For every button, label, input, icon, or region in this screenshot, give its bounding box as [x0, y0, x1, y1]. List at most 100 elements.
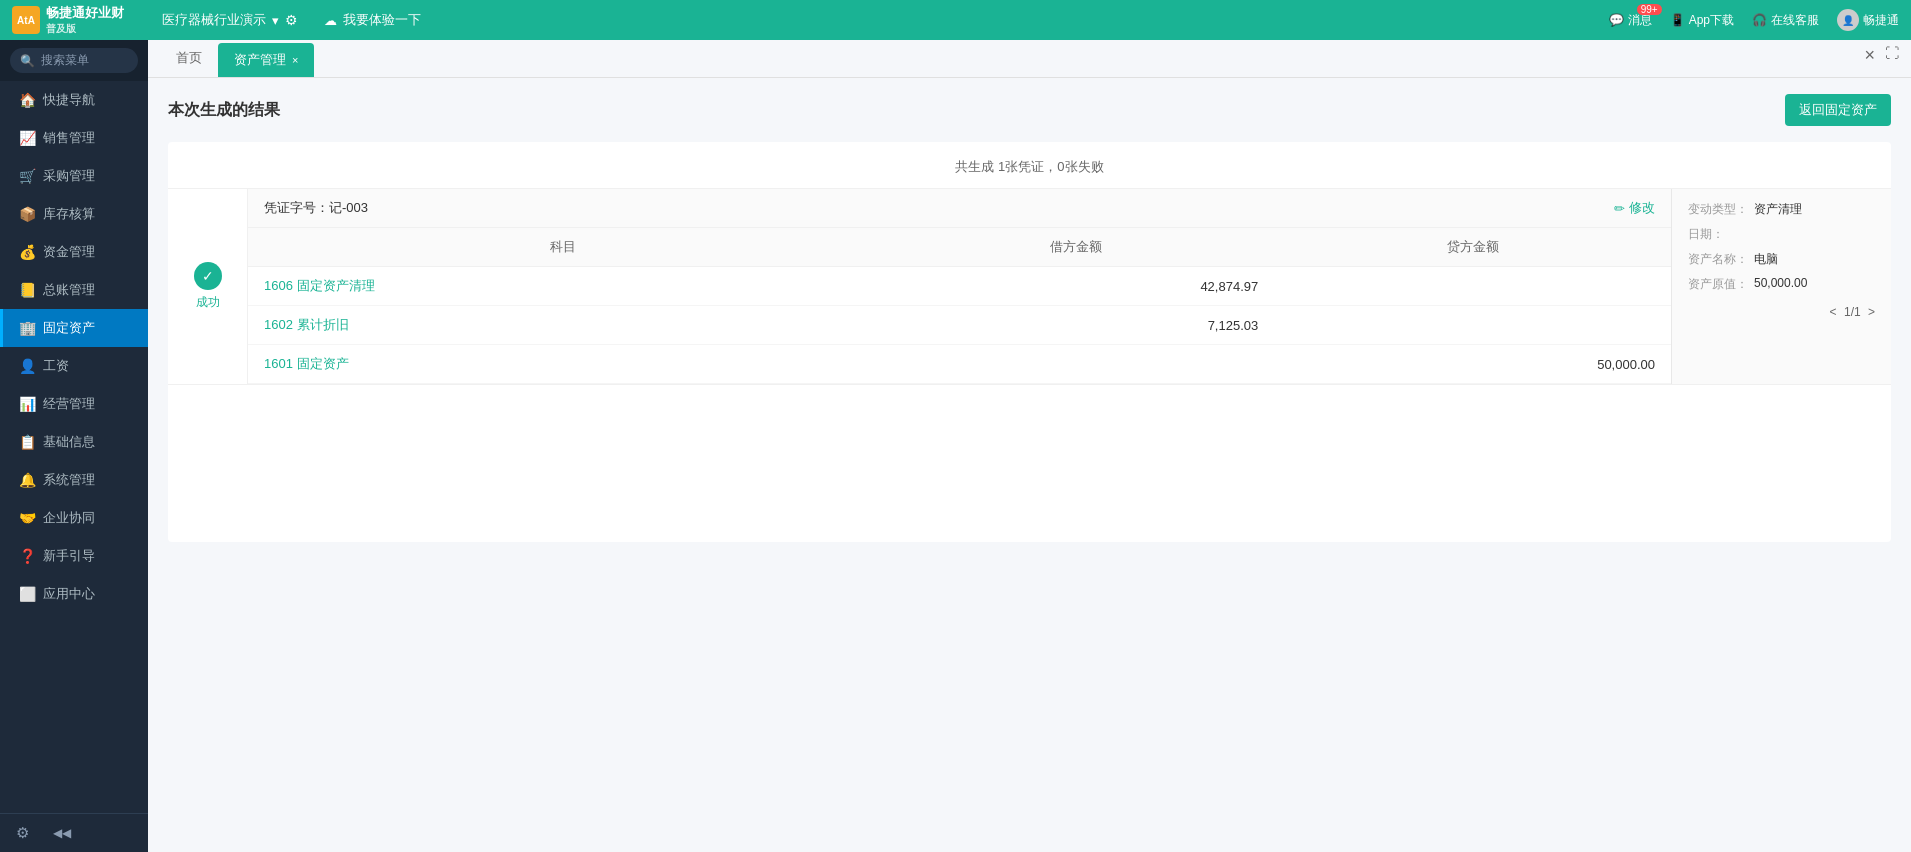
- app-center-icon: ⬜: [19, 586, 35, 602]
- fixed-assets-icon: 🏢: [19, 320, 35, 336]
- sidebar-item-inventory[interactable]: 📦 库存核算: [0, 195, 148, 233]
- sidebar-item-label: 快捷导航: [43, 91, 95, 109]
- credit-cell: [1274, 306, 1671, 345]
- asset-value-row: 资产原值： 50,000.00: [1688, 276, 1875, 293]
- pagination: < 1/1 >: [1688, 305, 1875, 319]
- asset-name-value: 电脑: [1754, 251, 1778, 268]
- sidebar-item-label: 企业协同: [43, 509, 95, 527]
- sidebar-item-operations[interactable]: 📊 经营管理: [0, 385, 148, 423]
- edit-button[interactable]: ✏ 修改: [1614, 199, 1655, 217]
- settings-bottom-icon[interactable]: ⚙: [16, 824, 29, 842]
- sidebar-item-finance[interactable]: 💰 资金管理: [0, 233, 148, 271]
- avatar: 👤: [1837, 9, 1859, 31]
- sidebar-item-system[interactable]: 🔔 系统管理: [0, 461, 148, 499]
- sales-icon: 📈: [19, 130, 35, 146]
- enterprise-icon: 🤝: [19, 510, 35, 526]
- credit-cell: [1274, 267, 1671, 306]
- payroll-icon: 👤: [19, 358, 35, 374]
- search-label: 搜索菜单: [41, 52, 89, 69]
- basic-info-icon: 📋: [19, 434, 35, 450]
- tab-close-icon[interactable]: ×: [292, 54, 298, 66]
- experience-btn[interactable]: ☁ 我要体验一下: [324, 11, 421, 29]
- download-icon: 📱: [1670, 13, 1685, 27]
- sidebar-item-label: 系统管理: [43, 471, 95, 489]
- sidebar-item-label: 固定资产: [43, 319, 95, 337]
- voucher-section: ✓ 成功 凭证字号：记-003 ✏ 修改: [168, 189, 1891, 385]
- sidebar-item-quick-nav[interactable]: 🏠 快捷导航: [0, 81, 148, 119]
- voucher-main: 凭证字号：记-003 ✏ 修改 科目 借方金额 贷方: [248, 189, 1671, 384]
- app-edition: 普及版: [46, 22, 124, 36]
- sidebar-item-label: 经营管理: [43, 395, 95, 413]
- sidebar-item-label: 工资: [43, 357, 69, 375]
- prev-page-btn[interactable]: <: [1830, 305, 1837, 319]
- page-header: 本次生成的结果 返回固定资产: [168, 94, 1891, 126]
- sidebar-item-label: 总账管理: [43, 281, 95, 299]
- message-btn[interactable]: 💬 消息 99+: [1609, 12, 1652, 29]
- app-download-label: App下载: [1689, 12, 1734, 29]
- operations-icon: 📊: [19, 396, 35, 412]
- page-title: 本次生成的结果: [168, 100, 280, 121]
- cloud-icon: ☁: [324, 13, 337, 28]
- expand-icon[interactable]: ⛶: [1885, 46, 1899, 64]
- asset-value-label: 资产原值：: [1688, 276, 1748, 293]
- sidebar-item-enterprise[interactable]: 🤝 企业协同: [0, 499, 148, 537]
- asset-value-value: 50,000.00: [1754, 276, 1807, 290]
- sidebar-item-label: 新手引导: [43, 547, 95, 565]
- modal-controls: × ⛶: [1864, 46, 1899, 64]
- sidebar-search[interactable]: 🔍 搜索菜单: [0, 40, 148, 81]
- result-summary: 共生成 1张凭证，0张失败: [168, 142, 1891, 189]
- sidebar-item-app-center[interactable]: ⬜ 应用中心: [0, 575, 148, 613]
- customer-service-btn[interactable]: 🎧 在线客服: [1752, 12, 1819, 29]
- debit-cell: 7,125.03: [877, 306, 1274, 345]
- voucher-number: 凭证字号：记-003: [264, 199, 368, 217]
- company-selector[interactable]: 医疗器械行业演示 ▾ ⚙: [152, 11, 308, 29]
- return-button[interactable]: 返回固定资产: [1785, 94, 1891, 126]
- next-page-btn[interactable]: >: [1868, 305, 1875, 319]
- app-download-btn[interactable]: 📱 App下载: [1670, 12, 1734, 29]
- tab-asset-management[interactable]: 资产管理 ×: [218, 43, 314, 77]
- sidebar: 🔍 搜索菜单 🏠 快捷导航 📈 销售管理 🛒 采购管理 📦 库存核算 💰 资金管…: [0, 40, 148, 852]
- col-subject: 科目: [248, 228, 877, 267]
- page-content: 本次生成的结果 返回固定资产 共生成 1张凭证，0张失败 ✓ 成功: [148, 78, 1911, 852]
- logo-icon: AtA: [12, 6, 40, 34]
- sidebar-item-label: 应用中心: [43, 585, 95, 603]
- check-circle-icon: ✓: [194, 262, 222, 290]
- tab-asset-label: 资产管理: [234, 51, 286, 69]
- user-menu[interactable]: 👤 畅捷通: [1837, 9, 1899, 31]
- sidebar-item-label: 基础信息: [43, 433, 95, 451]
- sidebar-item-payroll[interactable]: 👤 工资: [0, 347, 148, 385]
- sidebar-item-purchase[interactable]: 🛒 采购管理: [0, 157, 148, 195]
- subject-cell: 1606 固定资产清理: [248, 267, 877, 306]
- sidebar-item-fixed-assets[interactable]: 🏢 固定资产: [0, 309, 148, 347]
- username: 畅捷通: [1863, 12, 1899, 29]
- settings-icon[interactable]: ⚙: [285, 12, 298, 28]
- sidebar-item-label: 销售管理: [43, 129, 95, 147]
- tab-home-label: 首页: [176, 50, 202, 65]
- experience-label: 我要体验一下: [343, 11, 421, 29]
- change-type-label: 变动类型：: [1688, 201, 1748, 218]
- sidebar-bottom: ⚙ ◀◀: [0, 813, 148, 852]
- inventory-icon: 📦: [19, 206, 35, 222]
- finance-icon: 💰: [19, 244, 35, 260]
- subject-cell: 1601 固定资产: [248, 345, 877, 384]
- close-icon[interactable]: ×: [1864, 46, 1875, 64]
- status-text: 成功: [196, 294, 220, 311]
- tab-home[interactable]: 首页: [160, 41, 218, 77]
- sidebar-item-guide[interactable]: ❓ 新手引导: [0, 537, 148, 575]
- home-icon: 🏠: [19, 92, 35, 108]
- sidebar-item-label: 采购管理: [43, 167, 95, 185]
- collapse-icon[interactable]: ◀◀: [53, 826, 71, 840]
- sidebar-item-basic-info[interactable]: 📋 基础信息: [0, 423, 148, 461]
- ledger-icon: 📒: [19, 282, 35, 298]
- app-name: 畅捷通好业财: [46, 4, 124, 22]
- date-row: 日期：: [1688, 226, 1875, 243]
- asset-name-label: 资产名称：: [1688, 251, 1748, 268]
- result-panel: 共生成 1张凭证，0张失败 ✓ 成功 凭证字号：记-003: [168, 142, 1891, 542]
- sidebar-item-sales[interactable]: 📈 销售管理: [0, 119, 148, 157]
- table-row: 1601 固定资产 50,000.00: [248, 345, 1671, 384]
- sidebar-item-ledger[interactable]: 📒 总账管理: [0, 271, 148, 309]
- subject-cell: 1602 累计折旧: [248, 306, 877, 345]
- col-debit: 借方金额: [877, 228, 1274, 267]
- chevron-down-icon: ▾: [272, 13, 279, 28]
- company-name: 医疗器械行业演示: [162, 11, 266, 29]
